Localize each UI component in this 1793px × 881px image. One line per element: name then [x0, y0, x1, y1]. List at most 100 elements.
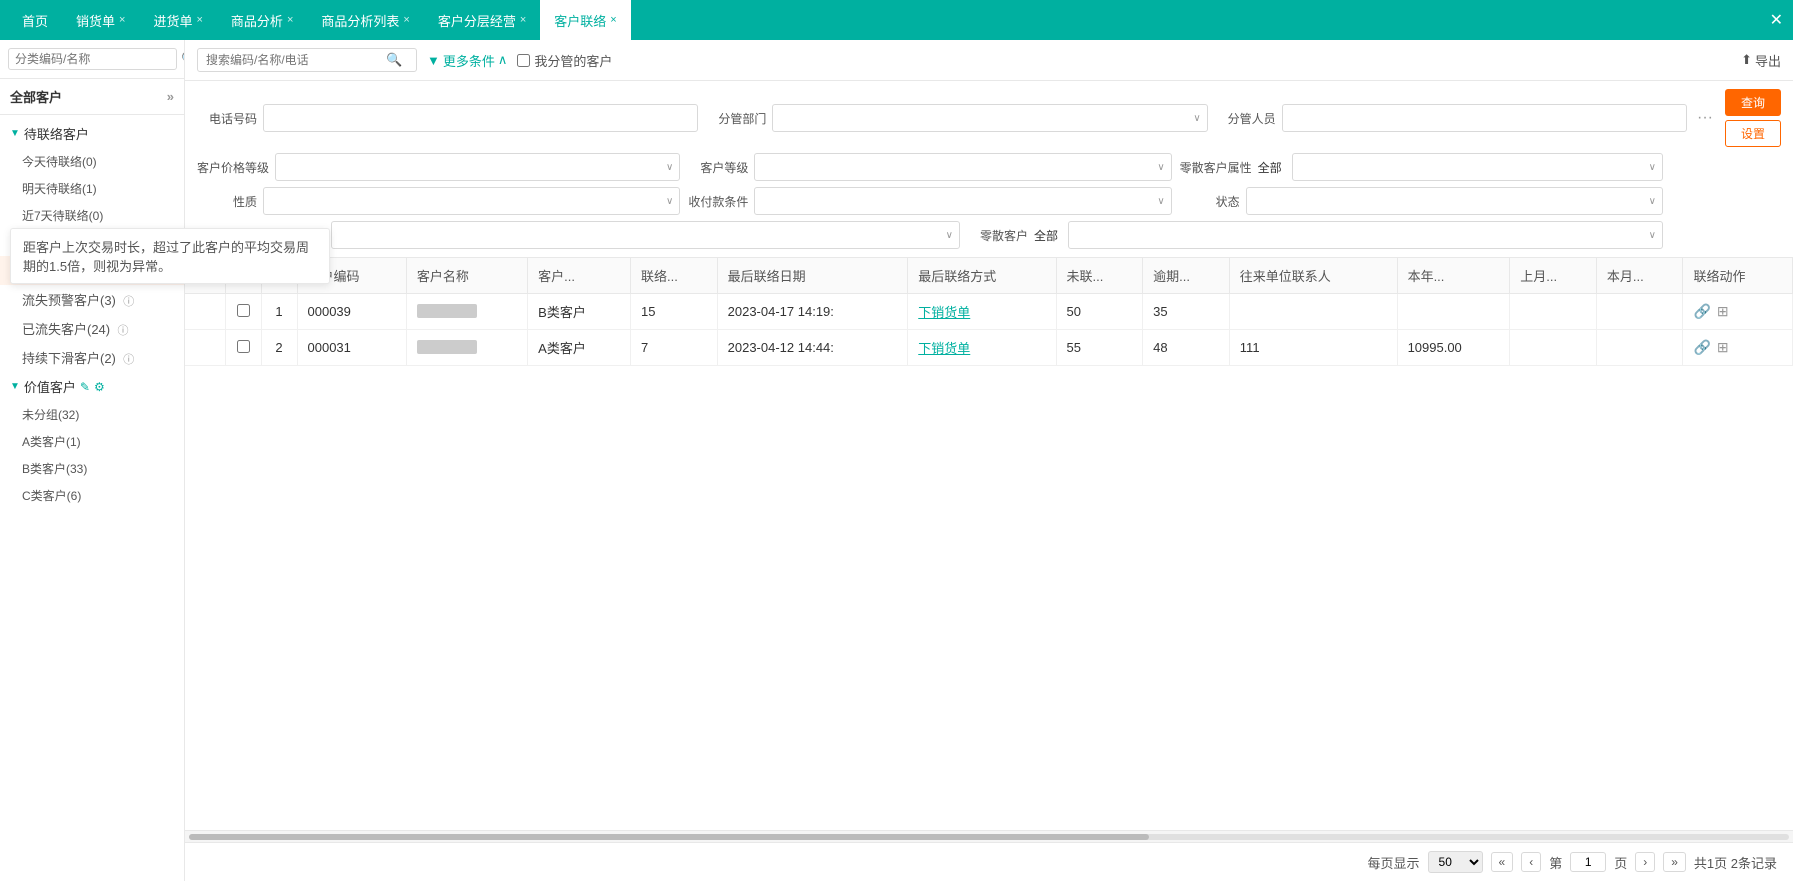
- page-input[interactable]: [1570, 852, 1606, 872]
- row2-link-icon[interactable]: 🔗: [1693, 339, 1710, 356]
- tree-group-pending[interactable]: ▼ 待联络客户: [0, 119, 184, 148]
- select-price-level[interactable]: ∨: [275, 153, 680, 181]
- sidebar-item-declining[interactable]: 持续下滑客户(2) ⓘ: [0, 343, 184, 372]
- select-retail[interactable]: ∨: [1068, 221, 1663, 249]
- table-row: 2 000031 A类客户 7 2023-04-12 14:44: 下销货单 5…: [185, 330, 1793, 366]
- help-icon-declining[interactable]: ⓘ: [123, 354, 134, 366]
- nav-close-purchase[interactable]: ×: [196, 14, 202, 26]
- row1-checkbox[interactable]: [237, 304, 250, 317]
- row1-grid-icon[interactable]: ⊞: [1717, 303, 1729, 320]
- col-header-contact[interactable]: 联络...: [631, 258, 718, 294]
- person-dots-btn[interactable]: ···: [1693, 109, 1717, 127]
- nav-customer-segment[interactable]: 客户分层经营 ×: [424, 0, 540, 40]
- query-button[interactable]: 查询: [1725, 89, 1781, 116]
- select-payment[interactable]: ∨: [754, 187, 1171, 215]
- price-group-settings-icon[interactable]: ⚙: [94, 380, 105, 394]
- sidebar-item-7days[interactable]: 近7天待联络(0): [0, 202, 184, 229]
- price-group-edit-icon[interactable]: ✎: [80, 380, 90, 394]
- nav-purchase-order[interactable]: 进货单 ×: [139, 0, 216, 40]
- col-header-this-month[interactable]: 本月...: [1596, 258, 1683, 294]
- row2-action: 🔗 ⊞: [1683, 330, 1793, 366]
- filter-row-2: 客户价格等级 ∨ 客户等级 ∨ 零散客户属性 全部: [197, 153, 1781, 181]
- nav-product-analysis[interactable]: 商品分析 ×: [217, 0, 307, 40]
- select-dept[interactable]: ∨: [772, 104, 1207, 132]
- nav-product-analysis-list[interactable]: 商品分析列表 ×: [307, 0, 423, 40]
- main-search-icon[interactable]: 🔍: [386, 52, 402, 68]
- sidebar-item-churned[interactable]: 已流失客户(24) ⓘ: [0, 314, 184, 343]
- export-btn[interactable]: ⬆ 导出: [1741, 51, 1781, 70]
- input-phone[interactable]: [263, 104, 698, 132]
- settings-button[interactable]: 设置: [1725, 120, 1781, 147]
- nav-home[interactable]: 首页: [8, 0, 62, 40]
- sidebar-collapse-icon[interactable]: »: [167, 89, 174, 104]
- row2-checkbox[interactable]: [237, 340, 250, 353]
- more-filter-btn[interactable]: ▼ 更多条件 ∧: [427, 51, 507, 70]
- select-customer-type[interactable]: ∨: [331, 221, 960, 249]
- help-icon-churn-warning[interactable]: ⓘ: [123, 296, 134, 308]
- label-customer-level: 客户等级: [688, 159, 748, 176]
- scroll-track[interactable]: [189, 834, 1789, 840]
- tree-group-value[interactable]: ▼ 价值客户 ✎ ⚙: [0, 372, 184, 401]
- sidebar-item-ungrouped[interactable]: 未分组(32): [0, 401, 184, 428]
- sidebar-all-customers[interactable]: 全部客户 »: [0, 79, 184, 115]
- label-status: 状态: [1180, 193, 1240, 210]
- select-nature[interactable]: ∨: [263, 187, 680, 215]
- sidebar-item-class-b[interactable]: B类客户(33): [0, 455, 184, 482]
- col-header-name[interactable]: 客户名称: [406, 258, 527, 294]
- table-area: ⚙ 客户编码 客户名称 客户...: [185, 258, 1793, 830]
- prev-page-btn[interactable]: ‹: [1521, 852, 1541, 872]
- col-header-last-date[interactable]: 最后联络日期: [717, 258, 908, 294]
- row2-name-blurred: [417, 340, 477, 354]
- row1-name[interactable]: [406, 294, 527, 330]
- my-customer-checkbox-area: 我分管的客户: [517, 51, 612, 70]
- last-page-btn[interactable]: »: [1663, 852, 1686, 872]
- horizontal-scrollbar[interactable]: [185, 830, 1793, 842]
- table-row: 1 000039 B类客户 15 2023-04-17 14:19: 下销货单 …: [185, 294, 1793, 330]
- row1-last-month: [1510, 294, 1597, 330]
- col-header-last-method[interactable]: 最后联络方式: [908, 258, 1056, 294]
- nav-close-contact[interactable]: ×: [610, 14, 616, 26]
- sidebar-item-tomorrow[interactable]: 明天待联络(1): [0, 175, 184, 202]
- nav-close-product-analysis[interactable]: ×: [287, 14, 293, 26]
- row2-method-link[interactable]: 下销货单: [918, 341, 970, 356]
- sidebar-search-input[interactable]: [8, 48, 177, 70]
- row1-code[interactable]: 000039: [297, 294, 406, 330]
- window-close-button[interactable]: ✕: [1770, 10, 1783, 30]
- chevron-down-icon: ∧: [498, 52, 508, 68]
- nav-close-product-list[interactable]: ×: [403, 14, 409, 26]
- help-icon-churned[interactable]: ⓘ: [117, 325, 128, 337]
- sidebar-item-class-c[interactable]: C类客户(6): [0, 482, 184, 509]
- row2-num: 2: [261, 330, 297, 366]
- my-customer-checkbox[interactable]: [517, 54, 530, 67]
- first-page-btn[interactable]: «: [1491, 852, 1514, 872]
- col-header-last-month[interactable]: 上月...: [1510, 258, 1597, 294]
- col-header-type[interactable]: 客户...: [528, 258, 631, 294]
- nav-close-sales[interactable]: ×: [119, 14, 125, 26]
- input-person[interactable]: [1282, 104, 1687, 132]
- nav-close-segment[interactable]: ×: [520, 14, 526, 26]
- next-page-btn[interactable]: ›: [1635, 852, 1655, 872]
- col-header-overdue[interactable]: 逾期...: [1143, 258, 1230, 294]
- row1-contacts: [1229, 294, 1397, 330]
- row2-grid-icon[interactable]: ⊞: [1717, 339, 1729, 356]
- row2-name[interactable]: [406, 330, 527, 366]
- col-header-year[interactable]: 本年...: [1397, 258, 1510, 294]
- page-size-select[interactable]: 50 20 100: [1428, 851, 1483, 873]
- nav-customer-contact[interactable]: 客户联络 ×: [540, 0, 630, 40]
- sidebar-item-today[interactable]: 今天待联络(0): [0, 148, 184, 175]
- page-end-label: 页: [1614, 853, 1627, 872]
- col-header-unread[interactable]: 未联...: [1056, 258, 1143, 294]
- scroll-thumb[interactable]: [189, 834, 1149, 840]
- col-header-contacts[interactable]: 往来单位联系人: [1229, 258, 1397, 294]
- sidebar-item-churn-warning[interactable]: 流失预警客户(3) ⓘ: [0, 285, 184, 314]
- nav-sales-order[interactable]: 销货单 ×: [62, 0, 139, 40]
- sidebar-item-class-a[interactable]: A类客户(1): [0, 428, 184, 455]
- row1-link-icon[interactable]: 🔗: [1693, 303, 1710, 320]
- select-customer-level[interactable]: ∨: [754, 153, 1171, 181]
- search-input[interactable]: [206, 53, 386, 67]
- label-nature: 性质: [197, 193, 257, 210]
- select-retail-attr[interactable]: ∨: [1292, 153, 1663, 181]
- row2-code[interactable]: 000031: [297, 330, 406, 366]
- select-status[interactable]: ∨: [1246, 187, 1663, 215]
- row1-method-link[interactable]: 下销货单: [918, 305, 970, 320]
